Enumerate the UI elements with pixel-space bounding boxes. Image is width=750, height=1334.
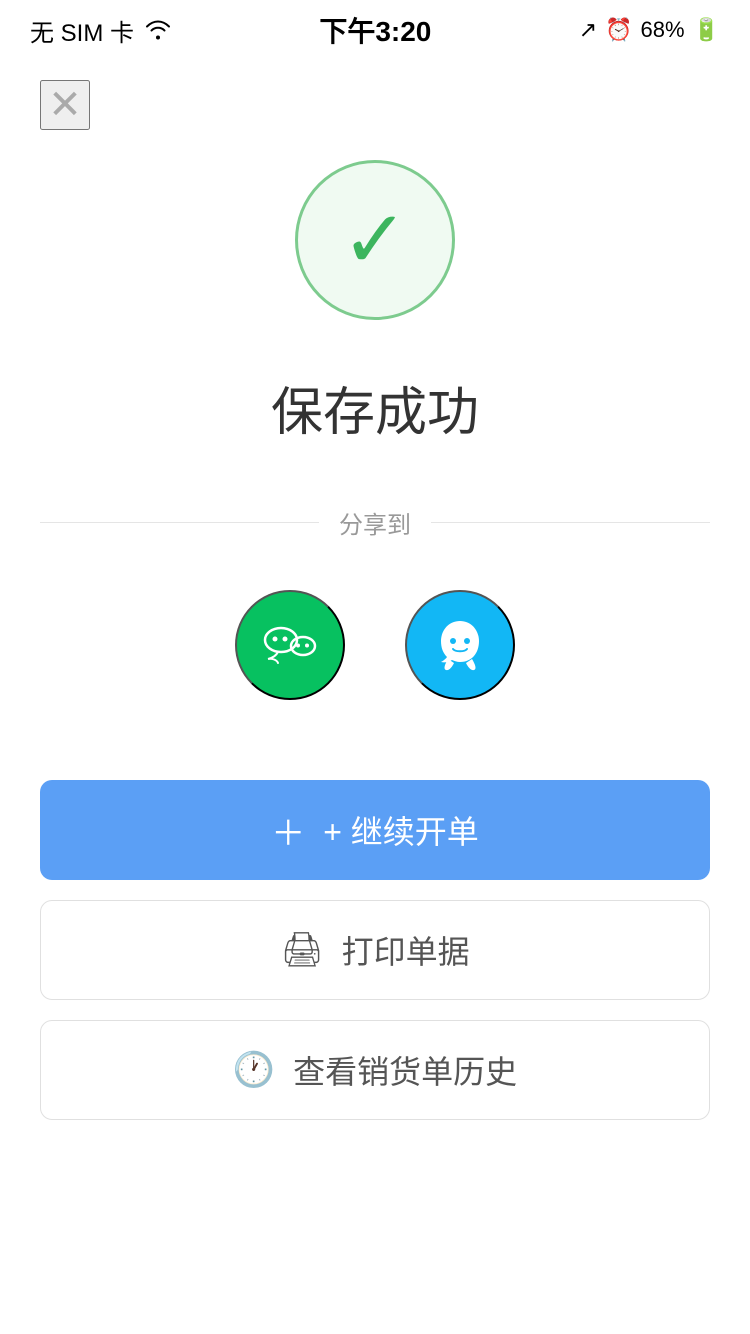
battery-icon: 🔋 [693, 17, 720, 43]
divider-container: 分享到 [40, 505, 710, 540]
action-buttons: ＋ + 继续开单 🖨 打印单据 🕐 查看销货单历史 [40, 780, 710, 1120]
plus-icon: ＋ [271, 806, 305, 855]
share-icons [235, 590, 515, 700]
history-label: 查看销货单历史 [293, 1047, 517, 1093]
close-icon: ✕ [48, 85, 82, 125]
success-icon-container: ✓ [295, 160, 455, 320]
status-bar: 无 SIM 卡 下午3:20 ↗ ⏰ 68% 🔋 [0, 0, 750, 60]
no-sim-text: 无 SIM 卡 [30, 13, 134, 48]
wechat-icon [258, 613, 322, 677]
main-content: ✕ ✓ 保存成功 分享到 [0, 60, 750, 1334]
continue-order-label: + 继续开单 [323, 807, 479, 853]
status-right: ↗ ⏰ 68% 🔋 [579, 17, 720, 43]
battery-text: 68% [641, 17, 685, 43]
status-time: 下午3:20 [319, 10, 431, 50]
continue-order-button[interactable]: ＋ + 继续开单 [40, 780, 710, 880]
location-icon: ↗ [579, 17, 597, 43]
wifi-icon [144, 20, 172, 40]
alarm-icon: ⏰ [605, 17, 632, 43]
status-left: 无 SIM 卡 [30, 13, 172, 48]
checkmark-icon: ✓ [341, 200, 408, 280]
printer-icon: 🖨 [280, 930, 323, 970]
qq-icon [428, 613, 492, 677]
share-qq-button[interactable] [405, 590, 515, 700]
share-label: 分享到 [339, 505, 411, 540]
print-button[interactable]: 🖨 打印单据 [40, 900, 710, 1000]
success-title: 保存成功 [271, 370, 479, 445]
close-button[interactable]: ✕ [40, 80, 90, 130]
history-icon: 🕐 [233, 1050, 275, 1090]
share-wechat-button[interactable] [235, 590, 345, 700]
divider-line-right [431, 522, 710, 523]
print-label: 打印单据 [342, 927, 470, 973]
history-button[interactable]: 🕐 查看销货单历史 [40, 1020, 710, 1120]
divider-line-left [40, 522, 319, 523]
